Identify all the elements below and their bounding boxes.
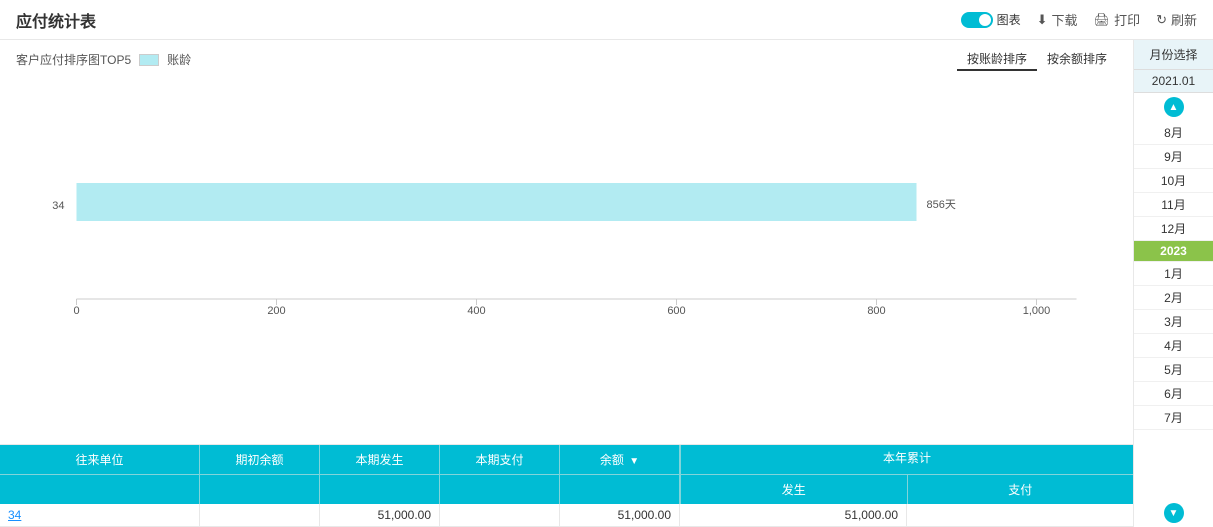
sort-by-balance-btn[interactable]: 按余额排序 [1037, 48, 1117, 71]
sidebar-month-item[interactable]: 12月 [1134, 217, 1213, 241]
sort-buttons: 按账龄排序 按余额排序 [957, 48, 1117, 71]
svg-text:856天: 856天 [927, 199, 956, 211]
th-period-pay-sub [440, 475, 560, 504]
svg-text:600: 600 [667, 305, 685, 317]
th-period-occur: 本期发生 [320, 445, 440, 474]
sidebar-nav-up[interactable]: ▲ [1134, 93, 1213, 121]
sidebar-month-item[interactable]: 2023 [1134, 241, 1213, 262]
legend-title: 客户应付排序图TOP5 [16, 51, 131, 68]
sidebar-month-item[interactable]: 7月 [1134, 406, 1213, 430]
nav-up-arrow[interactable]: ▲ [1164, 97, 1184, 117]
refresh-icon: ↻ [1156, 12, 1167, 28]
chart-legend: 客户应付排序图TOP5 账龄 [16, 51, 191, 68]
sidebar-month-item[interactable]: 5月 [1134, 358, 1213, 382]
chart-toggle-wrap[interactable]: 图表 [961, 11, 1021, 28]
download-button[interactable]: ⬇ 下载 [1037, 10, 1078, 29]
sidebar-month-item[interactable]: 2月 [1134, 286, 1213, 310]
sidebar-month-item[interactable]: 1月 [1134, 262, 1213, 286]
legend-color-label: 账龄 [167, 51, 191, 68]
th-period-bal-sub [200, 475, 320, 504]
svg-text:200: 200 [267, 305, 285, 317]
sidebar-title: 月份选择 [1134, 40, 1213, 70]
th-unit-sub [0, 475, 200, 504]
sort-by-account-btn[interactable]: 按账龄排序 [957, 48, 1037, 71]
print-label: 打印 [1114, 10, 1140, 29]
sidebar-month-list: 8月9月10月11月12月20231月2月3月4月5月6月7月 [1134, 121, 1213, 499]
table-row: 34 51,000.00 51,000.00 51,000.00 [0, 504, 1133, 527]
chart-bar [77, 183, 917, 221]
sidebar-month-item[interactable]: 10月 [1134, 169, 1213, 193]
svg-text:0: 0 [73, 305, 79, 317]
header-actions: 图表 ⬇ 下载 🖨 打印 ↻ 刷新 [961, 10, 1197, 29]
th-period-occur-sub [320, 475, 440, 504]
sidebar-month-item[interactable]: 11月 [1134, 193, 1213, 217]
td-period-balance [200, 504, 320, 526]
th-year-total: 本年累计 [680, 445, 1133, 474]
svg-text:800: 800 [867, 305, 885, 317]
refresh-button[interactable]: ↻ 刷新 [1156, 10, 1197, 29]
month-sidebar: 月份选择 2021.01 ▲ 8月9月10月11月12月20231月2月3月4月… [1133, 40, 1213, 527]
td-period-occur: 51,000.00 [320, 504, 440, 526]
data-table: 往来单位 期初余额 本期发生 本期支付 余额 ▼ 本年累计 [0, 444, 1133, 527]
td-unit[interactable]: 34 [0, 504, 200, 526]
td-year-occur: 51,000.00 [680, 504, 907, 526]
print-button[interactable]: 🖨 打印 [1094, 10, 1141, 29]
chart-header: 客户应付排序图TOP5 账龄 按账龄排序 按余额排序 [0, 40, 1133, 79]
download-label: 下载 [1052, 10, 1078, 29]
table-header-row2: 发生 支付 [0, 474, 1133, 504]
th-year-occur: 发生 [680, 475, 908, 504]
th-year-pay: 支付 [908, 475, 1134, 504]
sidebar-month-item[interactable]: 4月 [1134, 334, 1213, 358]
print-icon: 🖨 [1094, 12, 1111, 28]
svg-text:34: 34 [52, 200, 64, 212]
balance-sort-icon: ▼ [629, 456, 639, 467]
sidebar-month-item[interactable]: 8月 [1134, 121, 1213, 145]
th-balance-sub [560, 475, 680, 504]
sidebar-month-item[interactable]: 3月 [1134, 310, 1213, 334]
legend-color-box [139, 54, 159, 66]
download-icon: ⬇ [1037, 12, 1048, 28]
th-period-pay: 本期支付 [440, 445, 560, 474]
sidebar-current-month: 2021.01 [1134, 70, 1213, 93]
chart-toggle[interactable] [961, 12, 993, 28]
td-year-pay [907, 504, 1133, 526]
table-header-row1: 往来单位 期初余额 本期发生 本期支付 余额 ▼ 本年累计 [0, 445, 1133, 474]
svg-text:400: 400 [467, 305, 485, 317]
td-balance: 51,000.00 [560, 504, 680, 526]
th-unit: 往来单位 [0, 445, 200, 474]
page-title: 应付统计表 [16, 8, 96, 32]
refresh-label: 刷新 [1171, 10, 1197, 29]
chart-toggle-label: 图表 [997, 11, 1021, 28]
th-balance: 余额 ▼ [560, 445, 680, 474]
svg-text:1,000: 1,000 [1023, 305, 1051, 317]
chart-container: 34 856天 0 200 400 600 800 1,000 [0, 79, 1133, 444]
sidebar-month-item[interactable]: 9月 [1134, 145, 1213, 169]
sidebar-month-item[interactable]: 6月 [1134, 382, 1213, 406]
bar-chart: 34 856天 0 200 400 600 800 1,000 [16, 79, 1117, 339]
sidebar-nav-down[interactable]: ▼ [1134, 499, 1213, 527]
td-period-pay [440, 504, 560, 526]
th-period-balance: 期初余额 [200, 445, 320, 474]
nav-down-arrow[interactable]: ▼ [1164, 503, 1184, 523]
